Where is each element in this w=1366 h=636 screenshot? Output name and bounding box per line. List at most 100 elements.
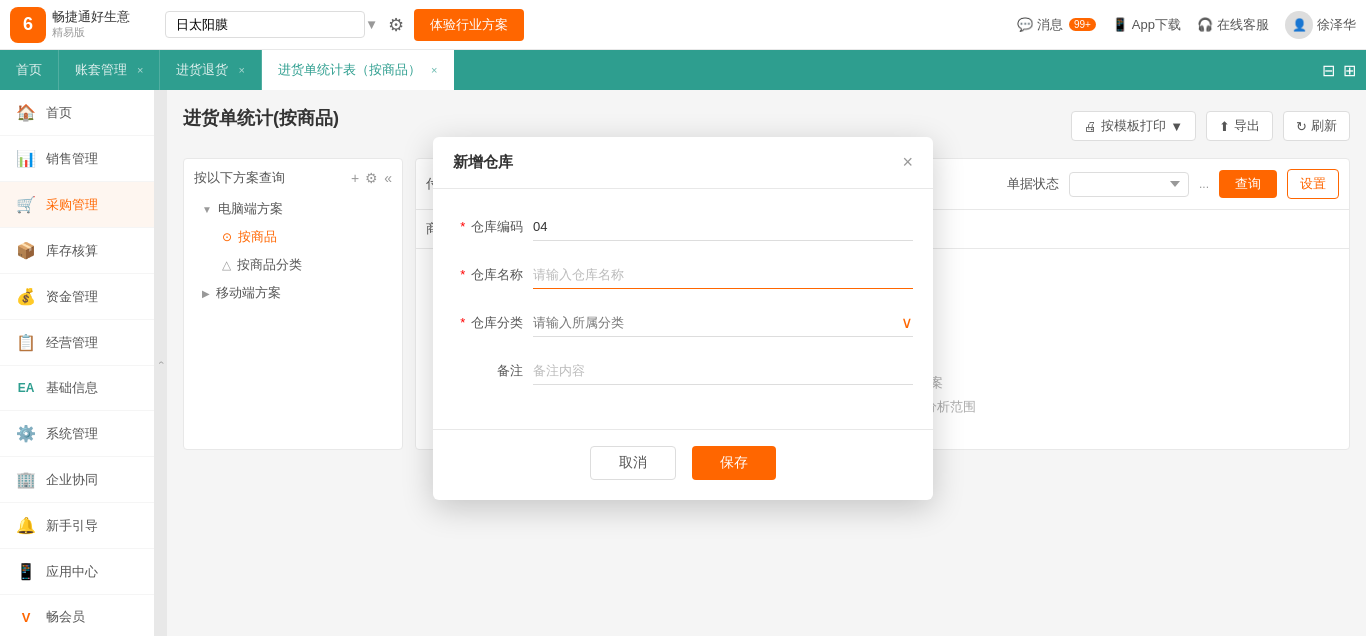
tab-purchase-return[interactable]: 进货退货 × [160, 50, 261, 90]
query-button[interactable]: 查询 [1219, 170, 1277, 198]
guide-icon: 🔔 [16, 516, 36, 535]
sidebar-item-appcenter[interactable]: 📱 应用中心 [0, 549, 154, 595]
add-scheme-btn[interactable]: + [351, 170, 359, 186]
export-button[interactable]: ⬆ 导出 [1206, 111, 1273, 141]
finance-icon: 💰 [16, 287, 36, 306]
form-row-name: * 仓库名称 [453, 261, 913, 289]
tree-sub-pc: ⊙ 按商品 △ 按商品分类 [194, 223, 392, 279]
operation-icon: 📋 [16, 333, 36, 352]
tab-purchase-return-close[interactable]: × [238, 64, 244, 76]
sidebar-item-sales[interactable]: 📊 销售管理 [0, 136, 154, 182]
home-icon: 🏠 [16, 103, 36, 122]
cancel-button[interactable]: 取消 [590, 446, 676, 480]
table-settings-btn[interactable]: 设置 [1287, 169, 1339, 199]
appcenter-icon: 📱 [16, 562, 36, 581]
member-icon: V [16, 610, 36, 625]
tab-purchase-stats-close[interactable]: × [431, 64, 437, 76]
header-search: ▼ ⚙ 体验行业方案 [165, 9, 1017, 41]
tab-minimize-btn[interactable]: ⊟ [1322, 61, 1335, 80]
tree-label-pc: 电脑端方案 [218, 200, 283, 218]
left-panel: 按以下方案查询 + ⚙ « ▼ 电脑端方案 [183, 158, 403, 450]
sidebar-item-basic[interactable]: EA 基础信息 [0, 366, 154, 411]
remark-input[interactable] [533, 357, 913, 385]
user-avatar-area[interactable]: 👤 徐泽华 [1285, 11, 1356, 39]
tree-section-pc[interactable]: ▼ 电脑端方案 [194, 195, 392, 223]
remark-label: 备注 [453, 362, 533, 380]
category-input[interactable] [533, 309, 901, 336]
collapse-panel-btn[interactable]: « [384, 170, 392, 186]
panel-actions: + ⚙ « [351, 170, 392, 186]
panel-header: 按以下方案查询 + ⚙ « [194, 169, 392, 187]
tree-arrow-mobile: ▶ [202, 288, 210, 299]
modal-header: 新增仓库 × [433, 137, 933, 189]
header-right: 💬 消息 99+ 📱 App下载 🎧 在线客服 👤 徐泽华 [1017, 11, 1356, 39]
tree-sub-item-goods[interactable]: ⊙ 按商品 [214, 223, 392, 251]
export-icon: ⬆ [1219, 119, 1230, 134]
top-header: 6 畅捷通好生意 精易版 ▼ ⚙ 体验行业方案 💬 消息 9 [0, 0, 1366, 50]
tab-purchase-stats[interactable]: 进货单统计表（按商品） × [262, 50, 454, 90]
category-dropdown-icon[interactable]: ∨ [901, 313, 913, 332]
sidebar: 🏠 首页 📊 销售管理 🛒 采购管理 📦 库存核算 💰 资金管理 [0, 90, 155, 636]
status-select[interactable] [1069, 172, 1189, 197]
sidebar-item-finance[interactable]: 💰 资金管理 [0, 274, 154, 320]
tree-section-mobile[interactable]: ▶ 移动端方案 [194, 279, 392, 307]
form-row-category: * 仓库分类 ∨ [453, 309, 913, 337]
tree-arrow-pc: ▼ [202, 204, 212, 215]
tab-expand-btn[interactable]: ⊞ [1343, 61, 1356, 80]
experience-button[interactable]: 体验行业方案 [414, 9, 524, 41]
refresh-button[interactable]: ↻ 刷新 [1283, 111, 1350, 141]
save-button[interactable]: 保存 [692, 446, 776, 480]
scheme-settings-btn[interactable]: ⚙ [365, 170, 378, 186]
tab-home-label: 首页 [16, 61, 42, 79]
tab-purchase-stats-label: 进货单统计表（按商品） [278, 61, 421, 79]
user-name: 徐泽华 [1317, 16, 1356, 34]
warehouse-code-input[interactable] [533, 213, 913, 241]
modal-close-button[interactable]: × [902, 153, 913, 171]
warehouse-name-input[interactable] [533, 261, 913, 289]
tab-home[interactable]: 首页 [0, 50, 59, 90]
sidebar-item-guide[interactable]: 🔔 新手引导 [0, 503, 154, 549]
new-warehouse-modal: 新增仓库 × * 仓库编码 * 仓库名称 [433, 137, 933, 500]
tree-label-mobile: 移动端方案 [216, 284, 281, 302]
category-label: * 仓库分类 [453, 314, 533, 332]
tree-sub-item-category[interactable]: △ 按商品分类 [214, 251, 392, 279]
search-dropdown-btn[interactable]: ▼ [365, 17, 378, 32]
print-button[interactable]: 🖨 按模板打印 ▼ [1071, 111, 1196, 141]
logo-sub: 精易版 [52, 25, 130, 40]
scheme-icon: △ [222, 258, 231, 272]
sidebar-item-enterprise[interactable]: 🏢 企业协同 [0, 457, 154, 503]
search-input[interactable] [165, 11, 365, 38]
logo-area: 6 畅捷通好生意 精易版 [10, 7, 165, 43]
form-row-code: * 仓库编码 [453, 213, 913, 241]
page-title: 进货单统计(按商品) [183, 106, 339, 130]
sidebar-item-system[interactable]: ⚙️ 系统管理 [0, 411, 154, 457]
more-fields-btn[interactable]: ... [1199, 177, 1209, 191]
modal-footer: 取消 保存 [433, 429, 933, 500]
name-label: * 仓库名称 [453, 266, 533, 284]
tab-accounts-close[interactable]: × [137, 64, 143, 76]
active-scheme-icon: ⊙ [222, 230, 232, 244]
sidebar-item-inventory[interactable]: 📦 库存核算 [0, 228, 154, 274]
online-service-item[interactable]: 🎧 在线客服 [1197, 16, 1269, 34]
form-row-remark: 备注 [453, 357, 913, 385]
purchase-icon: 🛒 [16, 195, 36, 214]
headset-icon: 🎧 [1197, 17, 1213, 32]
message-badge: 99+ [1069, 18, 1096, 31]
sidebar-item-purchase[interactable]: 🛒 采购管理 [0, 182, 154, 228]
sidebar-collapse-btn[interactable]: ‹ [155, 90, 167, 636]
refresh-icon: ↻ [1296, 119, 1307, 134]
tab-spacer [454, 50, 1312, 90]
logo-text: 畅捷通好生意 [52, 9, 130, 26]
sidebar-item-member[interactable]: V 畅会员 [0, 595, 154, 636]
toolbar-right: 🖨 按模板打印 ▼ ⬆ 导出 ↻ 刷新 [1071, 111, 1350, 141]
message-item[interactable]: 💬 消息 99+ [1017, 16, 1096, 34]
app-download-item[interactable]: 📱 App下载 [1112, 16, 1181, 34]
settings-icon-btn[interactable]: ⚙ [388, 14, 404, 36]
tab-accounts[interactable]: 账套管理 × [59, 50, 160, 90]
logo-icon: 6 [10, 7, 46, 43]
modal-overlay: 6 畅捷通好生意 精易版 ▼ ⚙ 体验行业方案 💬 消息 9 [0, 0, 1366, 636]
message-icon: 💬 [1017, 17, 1033, 32]
sidebar-item-home[interactable]: 🏠 首页 [0, 90, 154, 136]
tab-purchase-return-label: 进货退货 [176, 61, 228, 79]
sidebar-item-operation[interactable]: 📋 经营管理 [0, 320, 154, 366]
